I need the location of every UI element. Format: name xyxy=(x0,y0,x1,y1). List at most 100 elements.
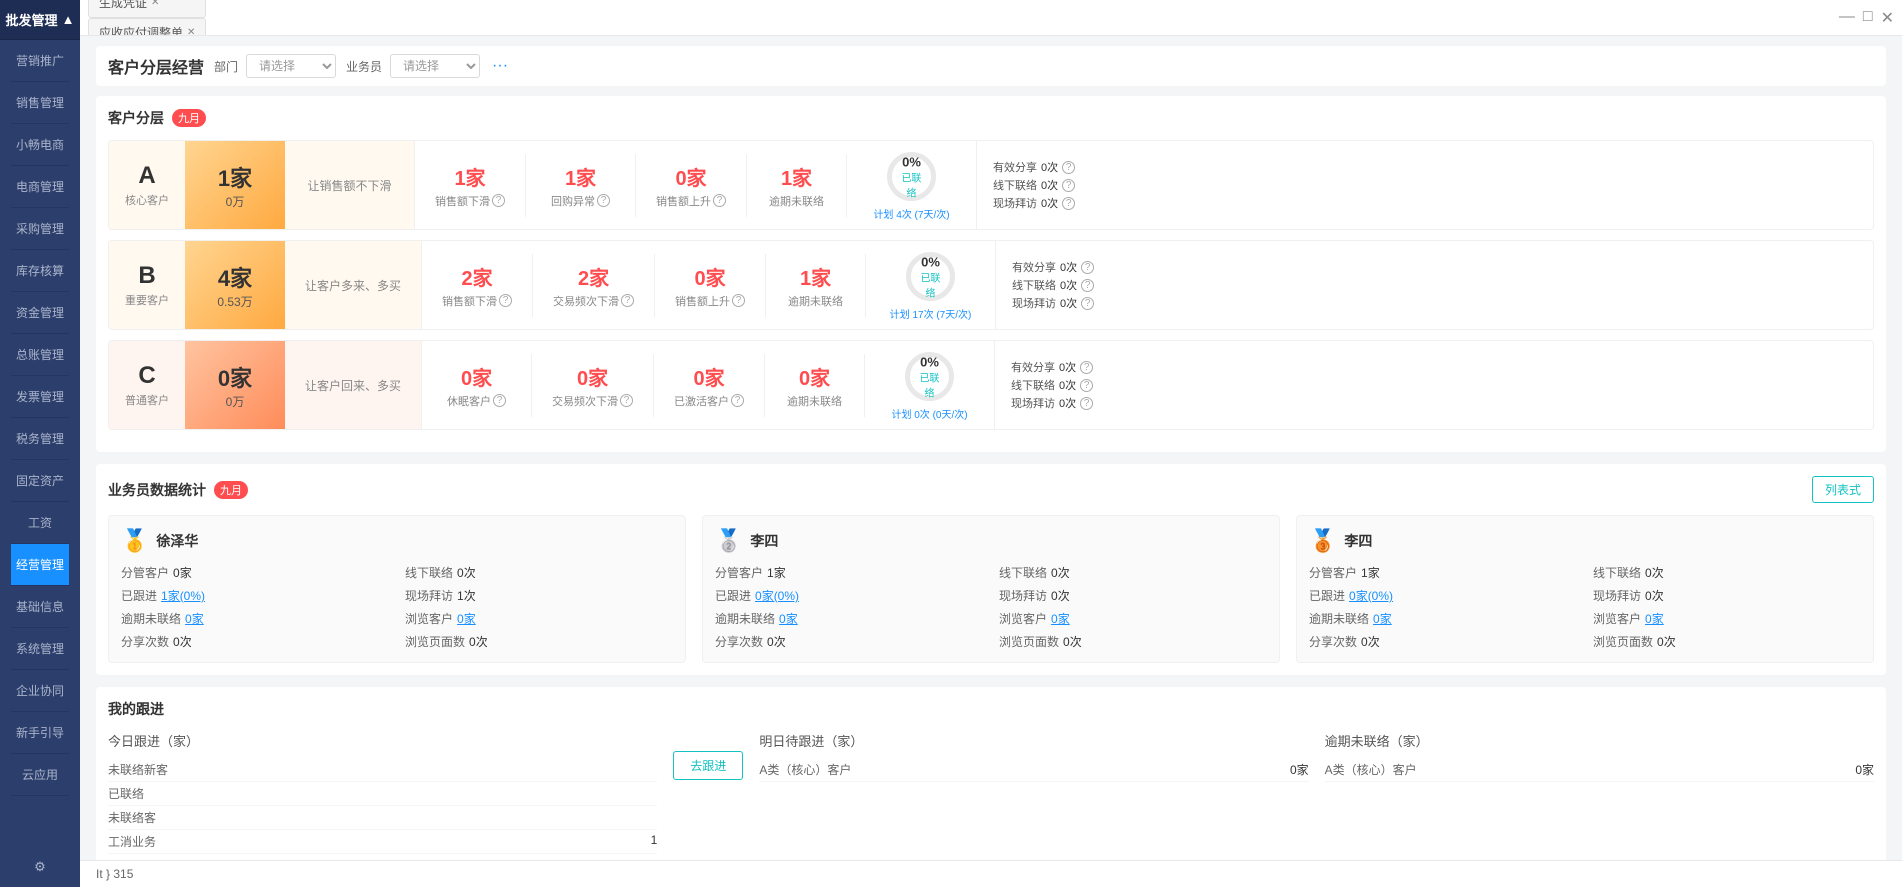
tier-count-A: 1家 xyxy=(218,161,252,193)
sidebar-item-企业协同[interactable]: 企业协同 xyxy=(11,670,69,712)
agent-stat-row-1-浏览页面数: 浏览页面数 0次 xyxy=(999,633,1267,650)
followup-row-A类（核心）客户: A类（核心）客户0家 xyxy=(759,758,1308,782)
sidebar-item-系统管理[interactable]: 系统管理 xyxy=(11,628,69,670)
list-view-btn[interactable]: 列表式 xyxy=(1812,476,1874,503)
agent-stat-row-0-逾期未联络: 逾期未联络 0家 xyxy=(121,610,389,627)
tier-amount-A: 0万 xyxy=(226,193,245,210)
sidebar-collapse-icon[interactable]: ▲ xyxy=(62,12,75,27)
agent-stat-val-1-现场拜访: 0次 xyxy=(1051,587,1070,604)
tier-extra-B: 有效分享0次?线下联络0次?现场拜访0次? xyxy=(996,251,1110,319)
agent-stat-val-2-浏览客户[interactable]: 0家 xyxy=(1645,610,1664,627)
agent-stat-val-2-已跟进[interactable]: 0家(0%) xyxy=(1349,587,1393,604)
tier-name-C: 普通客户 xyxy=(125,392,169,408)
agent-header-0: 🥇 徐泽华 xyxy=(121,528,673,554)
followup-goto-btn[interactable]: 去跟进 xyxy=(673,751,743,780)
filter-agent-label: 业务员 xyxy=(346,58,382,75)
tier-metrics-A: 1家 销售额下滑? 1家 回购异常? 0家 销售额上升? 1家 逾期未联络 0%… xyxy=(415,141,1873,229)
agent-stat-val-0-现场拜访: 1次 xyxy=(457,587,476,604)
tab-minimize-icon[interactable]: — xyxy=(1839,8,1855,28)
agent-stat-val-1-逾期未联络[interactable]: 0家 xyxy=(779,610,798,627)
followup-goto-col: 去跟进 xyxy=(673,731,743,780)
followup-row-工消业务: 工消业务1 xyxy=(108,830,657,854)
page-header: 客户分层经营 部门 请选择 业务员 请选择 ··· xyxy=(96,46,1886,86)
agent-stats-1: 分管客户 1家 线下联络 0次 已跟进 0家(0%) 现场拜访 0次 逾期未联络… xyxy=(715,564,1267,650)
tier-stats-B: 4家 0.53万 xyxy=(185,241,285,329)
sidebar-item-税务管理[interactable]: 税务管理 xyxy=(11,418,69,460)
agent-stats-2: 分管客户 1家 线下联络 0次 已跟进 0家(0%) 现场拜访 0次 逾期未联络… xyxy=(1309,564,1861,650)
biz-section-title: 业务员数据统计 xyxy=(108,480,206,500)
agent-stat-row-0-分管客户: 分管客户 0家 xyxy=(121,564,389,581)
tab-生成凭证[interactable]: 生成凭证✕ xyxy=(88,0,206,18)
sidebar-item-库存核算[interactable]: 库存核算 xyxy=(11,250,69,292)
tier-contact-B: 1家 逾期未联络 xyxy=(766,254,866,317)
sidebar-item-工资[interactable]: 工资 xyxy=(11,502,69,544)
sidebar-item-发票管理[interactable]: 发票管理 xyxy=(11,376,69,418)
tier-circle-C: 0% 已联络 计划 0次 (0天/次) xyxy=(865,341,995,429)
agent-stat-val-1-分享次数: 0次 xyxy=(767,633,786,650)
agent-stat-val-1-线下联络: 0次 xyxy=(1051,564,1070,581)
sidebar-item-资金管理[interactable]: 资金管理 xyxy=(11,292,69,334)
filter-dept-label: 部门 xyxy=(214,58,238,75)
sidebar-item-电商管理[interactable]: 电商管理 xyxy=(11,166,69,208)
filter-agent-group: 业务员 请选择 ··· xyxy=(346,54,508,78)
agent-stat-val-1-分管客户: 1家 xyxy=(767,564,786,581)
agent-stat-row-1-现场拜访: 现场拜访 0次 xyxy=(999,587,1267,604)
agent-stat-row-2-分管客户: 分管客户 1家 xyxy=(1309,564,1577,581)
agent-stat-row-0-浏览客户: 浏览客户 0家 xyxy=(405,610,673,627)
sidebar-settings[interactable]: ⚙ xyxy=(0,847,80,887)
tier-rows: A 核心客户 1家 0万 让销售额不下滑 1家 销售额下滑? 1家 回购异常? … xyxy=(108,140,1874,430)
agent-stat-row-1-线下联络: 线下联络 0次 xyxy=(999,564,1267,581)
sidebar-item-固定资产[interactable]: 固定资产 xyxy=(11,460,69,502)
sidebar-item-新手引导[interactable]: 新手引导 xyxy=(11,712,69,754)
agent-stat-row-2-已跟进: 已跟进 0家(0%) xyxy=(1309,587,1577,604)
agent-stat-val-0-分管客户: 0家 xyxy=(173,564,192,581)
followup-today-col: 今日跟进（家） 未联络新客已联络未联络客工消业务1 xyxy=(108,731,657,854)
agent-stat-val-0-线下联络: 0次 xyxy=(457,564,476,581)
filter-dept-select[interactable]: 请选择 xyxy=(246,54,336,78)
tier-stats-C: 0家 0万 xyxy=(185,341,285,429)
tier-extra-A: 有效分享0次?线下联络0次?现场拜访0次? xyxy=(977,151,1091,219)
agent-stat-val-0-已跟进[interactable]: 1家(0%) xyxy=(161,587,205,604)
agent-stat-val-0-浏览客户[interactable]: 0家 xyxy=(457,610,476,627)
circle-wrap-A: 0% 已联络 xyxy=(884,149,939,204)
sidebar-item-采购管理[interactable]: 采购管理 xyxy=(11,208,69,250)
agent-stat-row-2-线下联络: 线下联络 0次 xyxy=(1593,564,1861,581)
sidebar-item-营销推广[interactable]: 营销推广 xyxy=(11,40,69,82)
main-area: 首页门店商品目录✕销货单✕店铺管理✕生成凭证✕应收应付调整单✕工资表✕工资统计报… xyxy=(80,0,1902,887)
sidebar-item-云应用[interactable]: 云应用 xyxy=(11,754,69,796)
followup-row-未联络客: 未联络客 xyxy=(108,806,657,830)
agent-stat-row-2-浏览客户: 浏览客户 0家 xyxy=(1593,610,1861,627)
agent-card-0: 🥇 徐泽华 分管客户 0家 线下联络 0次 已跟进 1家(0%) 现场拜访 1次 xyxy=(108,515,686,663)
tab-close-icon[interactable]: ✕ xyxy=(1881,8,1894,28)
tier-metrics-B: 2家 销售额下滑? 2家 交易频次下滑? 0家 销售额上升? 1家 逾期未联络 … xyxy=(422,241,1873,329)
sidebar-header[interactable]: 批发管理 ▲ xyxy=(0,0,80,40)
tab-应收应付调整单[interactable]: 应收应付调整单✕ xyxy=(88,18,206,37)
agent-stat-val-0-逾期未联络[interactable]: 0家 xyxy=(185,610,204,627)
agent-stat-val-2-逾期未联络[interactable]: 0家 xyxy=(1373,610,1392,627)
tier-metric-C-交易频次下滑: 0家 交易频次下滑? xyxy=(532,354,654,417)
followup-row-未联络新客: 未联络新客 xyxy=(108,758,657,782)
sidebar-item-小畅电商[interactable]: 小畅电商 xyxy=(11,124,69,166)
followup-overdue-rows: A类（核心）客户0家 xyxy=(1325,758,1874,782)
tab-close-应收应付调整单[interactable]: ✕ xyxy=(187,27,195,36)
page-title: 客户分层经营 xyxy=(108,54,204,78)
agent-stat-row-0-已跟进: 已跟进 1家(0%) xyxy=(121,587,389,604)
tier-count-C: 0家 xyxy=(218,361,252,393)
sidebar-item-销售管理[interactable]: 销售管理 xyxy=(11,82,69,124)
agent-stat-val-1-已跟进[interactable]: 0家(0%) xyxy=(755,587,799,604)
sidebar-item-总账管理[interactable]: 总账管理 xyxy=(11,334,69,376)
tab-close-生成凭证[interactable]: ✕ xyxy=(151,0,159,8)
customer-section-header: 客户分层 九月 xyxy=(108,108,1874,128)
sidebar-item-经营管理[interactable]: 经营管理 xyxy=(11,544,69,586)
sidebar-item-基础信息[interactable]: 基础信息 xyxy=(11,586,69,628)
filter-more-icon[interactable]: ··· xyxy=(492,57,508,75)
tier-action-C: 让客户回来、多买 xyxy=(285,341,422,429)
tier-amount-B: 0.53万 xyxy=(217,293,252,310)
agent-stat-val-1-浏览客户[interactable]: 0家 xyxy=(1051,610,1070,627)
followup-tomorrow-title: 明日待跟进（家） xyxy=(759,731,1308,750)
tier-label-A: A 核心客户 xyxy=(109,141,185,229)
filter-agent-select[interactable]: 请选择 xyxy=(390,54,480,78)
agent-stat-val-0-分享次数: 0次 xyxy=(173,633,192,650)
tab-maximize-icon[interactable]: □ xyxy=(1863,8,1873,28)
biz-month-badge: 九月 xyxy=(214,481,248,499)
